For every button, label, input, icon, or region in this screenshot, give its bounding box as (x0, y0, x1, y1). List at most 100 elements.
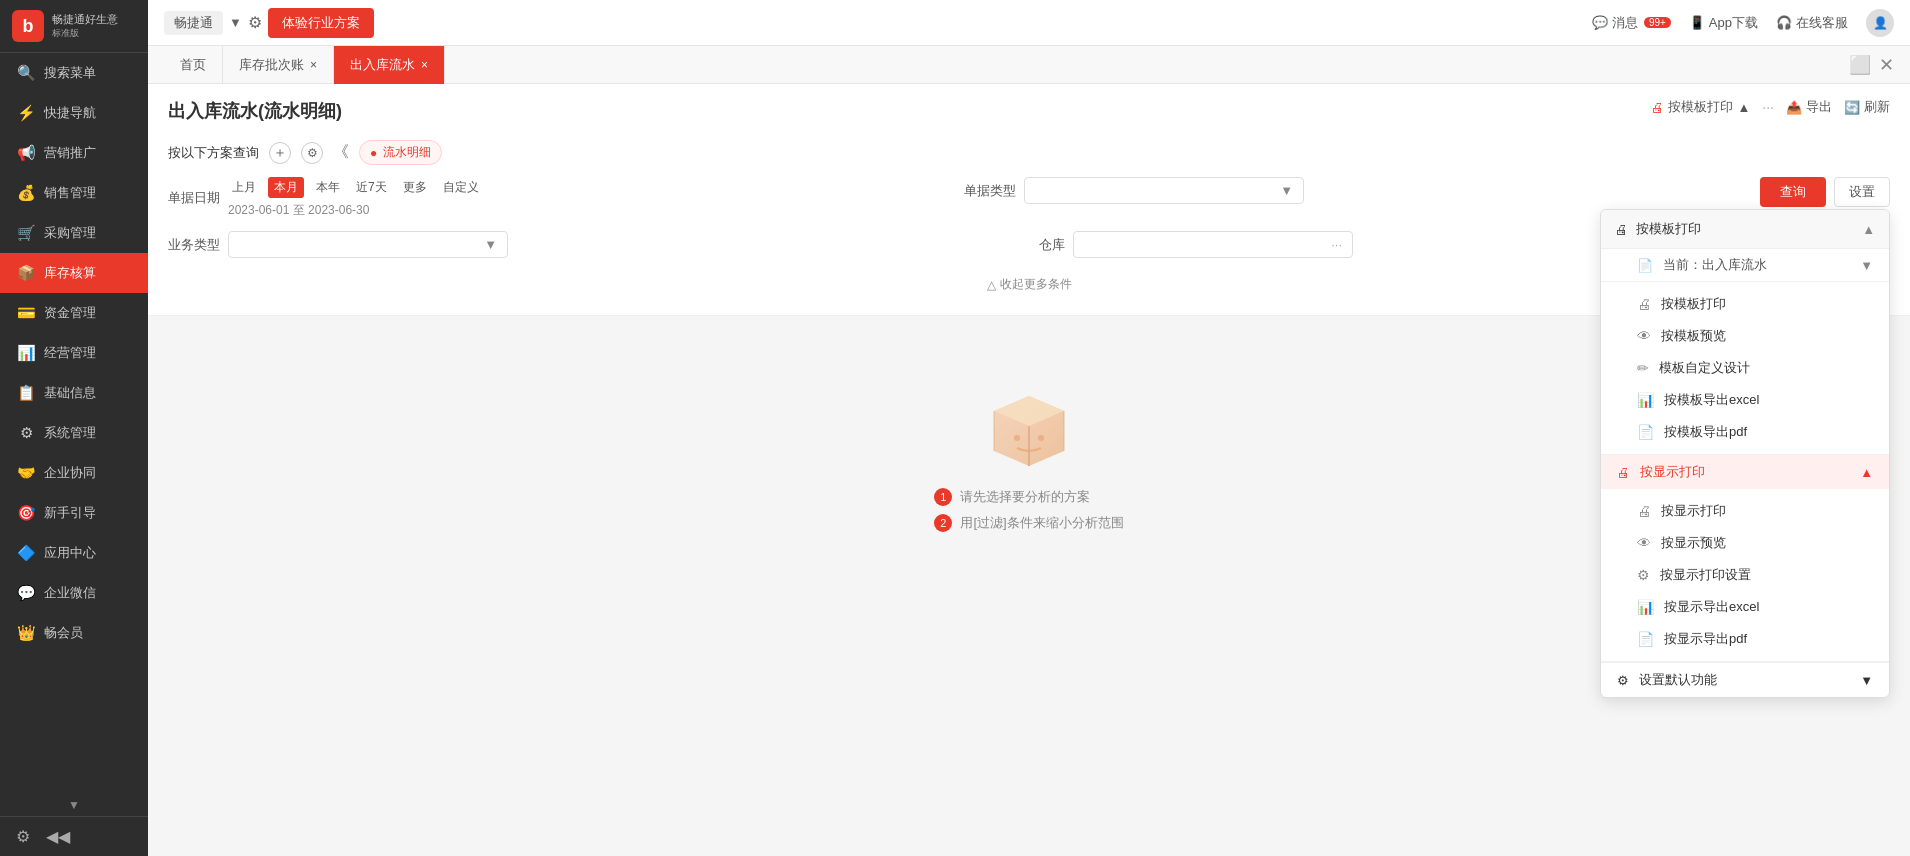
sidebar-item-guide[interactable]: 🎯 新手引导 (0, 493, 148, 533)
template-excel-icon: 📊 (1637, 392, 1654, 408)
print-template-action[interactable]: 🖨 按模板打印 ▲ (1651, 98, 1750, 116)
sidebar-item-operations[interactable]: 📊 经营管理 (0, 333, 148, 373)
sidebar-item-search[interactable]: 🔍 搜索菜单 (0, 53, 148, 93)
display-print-section-label: 按显示打印 (1640, 463, 1705, 481)
sidebar-item-collab[interactable]: 🤝 企业协同 (0, 453, 148, 493)
template-preview-item[interactable]: 👁 按模板预览 (1601, 320, 1889, 352)
sidebar-item-sales[interactable]: 💰 销售管理 (0, 173, 148, 213)
tab-home[interactable]: 首页 (164, 46, 223, 84)
tab-close-button[interactable]: ✕ (1879, 54, 1894, 76)
query-button[interactable]: 查询 (1760, 177, 1826, 207)
sidebar-scroll-down[interactable]: ▼ (0, 794, 148, 816)
message-label: 消息 (1612, 14, 1638, 32)
filter-add-button[interactable]: ＋ (269, 142, 291, 164)
sidebar-settings-icon[interactable]: ⚙ (16, 827, 30, 846)
date-option-more[interactable]: 更多 (399, 178, 431, 197)
filter-collapse-btn[interactable]: 《 (333, 142, 349, 163)
sidebar-menu-icon[interactable]: ◀◀ (46, 827, 70, 846)
date-option-this-month[interactable]: 本月 (268, 177, 304, 198)
message-badge: 99+ (1644, 17, 1671, 28)
template-pdf-item[interactable]: 📄 按模板导出pdf (1601, 416, 1889, 448)
date-option-7days[interactable]: 近7天 (352, 178, 391, 197)
tab-flow[interactable]: 出入库流水 × (334, 46, 445, 84)
sidebar-item-marketing[interactable]: 📢 营销推广 (0, 133, 148, 173)
member-icon: 👑 (16, 624, 36, 642)
display-excel-icon: 📊 (1637, 599, 1654, 615)
display-pdf-item[interactable]: 📄 按显示导出pdf (1601, 623, 1889, 655)
date-group: 上月 本月 本年 近7天 更多 自定义 2023-06-01 至 2023-06… (228, 177, 483, 219)
date-option-custom[interactable]: 自定义 (439, 178, 483, 197)
tab-inventory-batch[interactable]: 库存批次账 × (223, 46, 334, 84)
display-print-settings-item[interactable]: ⚙ 按显示打印设置 (1601, 559, 1889, 591)
user-dropdown-icon[interactable]: ▼ (229, 15, 242, 30)
warehouse-select[interactable]: ··· (1073, 231, 1353, 258)
sidebar-item-label: 销售管理 (44, 184, 96, 202)
guide-icon: 🎯 (16, 504, 36, 522)
sidebar-item-label: 营销推广 (44, 144, 96, 162)
display-preview-item[interactable]: 👁 按显示预览 (1601, 527, 1889, 559)
lightning-icon: ⚡ (16, 104, 36, 122)
date-option-this-year[interactable]: 本年 (312, 178, 344, 197)
topbar-app-download[interactable]: 📱 App下载 (1689, 14, 1758, 32)
template-design-icon: ✏ (1637, 360, 1649, 376)
sidebar-item-quicknav[interactable]: ⚡ 快捷导航 (0, 93, 148, 133)
empty-step-2: 2 用[过滤]条件来缩小分析范围 (934, 514, 1123, 532)
collapse-arrow-icon: △ (987, 278, 996, 292)
sidebar-item-finance[interactable]: 💳 资金管理 (0, 293, 148, 333)
sidebar-item-appstore[interactable]: 🔷 应用中心 (0, 533, 148, 573)
sidebar-item-purchase[interactable]: 🛒 采购管理 (0, 213, 148, 253)
current-template-label: 当前：出入库流水 (1663, 256, 1767, 274)
date-option-last-month[interactable]: 上月 (228, 178, 260, 197)
user-avatar[interactable]: 👤 (1866, 9, 1894, 37)
display-print-section-header[interactable]: 🖨 按显示打印 ▲ (1601, 455, 1889, 489)
topbar-settings-icon[interactable]: ⚙ (248, 13, 262, 32)
customer-service-icon: 🎧 (1776, 15, 1792, 30)
template-print-icon: 🖨 (1637, 296, 1651, 312)
export-label: 导出 (1806, 98, 1832, 116)
export-action[interactable]: 📤 导出 (1786, 98, 1832, 116)
sidebar-item-member[interactable]: 👑 畅会员 (0, 613, 148, 653)
template-pdf-icon: 📄 (1637, 424, 1654, 440)
template-excel-item[interactable]: 📊 按模板导出excel (1601, 384, 1889, 416)
collab-icon: 🤝 (16, 464, 36, 482)
sidebar-item-label: 企业微信 (44, 584, 96, 602)
refresh-action[interactable]: 🔄 刷新 (1844, 98, 1890, 116)
page-header-actions: 🖨 按模板打印 ▲ ··· 📤 导出 🔄 刷新 (1651, 98, 1890, 124)
app-download-icon: 📱 (1689, 15, 1705, 30)
template-design-item[interactable]: ✏ 模板自定义设计 (1601, 352, 1889, 384)
filter-tag-label: 流水明细 (383, 144, 431, 161)
tabs-right-actions: ⬜ ✕ (1849, 54, 1894, 76)
tab-restore-button[interactable]: ⬜ (1849, 54, 1871, 76)
topbar-customer-service[interactable]: 🎧 在线客服 (1776, 14, 1848, 32)
sidebar-item-system[interactable]: ⚙ 系统管理 (0, 413, 148, 453)
biztype-label: 业务类型 (168, 236, 220, 254)
template-print-label: 按模板打印 (1661, 295, 1726, 313)
trial-button[interactable]: 体验行业方案 (268, 8, 374, 38)
sidebar-item-wechat[interactable]: 💬 企业微信 (0, 573, 148, 613)
customer-service-label: 在线客服 (1796, 14, 1848, 32)
tab-inventory-batch-close[interactable]: × (310, 58, 317, 72)
filter-settings-button[interactable]: ⚙ (301, 142, 323, 164)
tab-flow-close[interactable]: × (421, 58, 428, 72)
sidebar-item-label: 资金管理 (44, 304, 96, 322)
warehouse-label: 仓库 (1039, 236, 1065, 254)
print-panel-header: 🖨 按模板打印 ▲ (1601, 210, 1889, 249)
biztype-select[interactable]: ▼ (228, 231, 508, 258)
display-print-item[interactable]: 🖨 按显示打印 (1601, 495, 1889, 527)
app-logo-icon: b (12, 10, 44, 42)
display-excel-item[interactable]: 📊 按显示导出excel (1601, 591, 1889, 623)
sidebar-item-inventory[interactable]: 📦 库存核算 (0, 253, 148, 293)
wechat-icon: 💬 (16, 584, 36, 602)
print-panel-collapse-icon[interactable]: ▲ (1862, 222, 1875, 237)
topbar-message[interactable]: 💬 消息 99+ (1592, 14, 1671, 32)
tabs-bar: 首页 库存批次账 × 出入库流水 × ⬜ ✕ (148, 46, 1910, 84)
set-default-item[interactable]: ⚙ 设置默认功能 ▼ (1601, 663, 1889, 697)
tab-home-label: 首页 (180, 56, 206, 74)
display-pdf-label: 按显示导出pdf (1664, 630, 1747, 648)
sidebar-item-label: 采购管理 (44, 224, 96, 242)
settings-button[interactable]: 设置 (1834, 177, 1890, 207)
sidebar-item-basic-info[interactable]: 📋 基础信息 (0, 373, 148, 413)
sidebar-item-label: 搜索菜单 (44, 64, 96, 82)
template-print-item[interactable]: 🖨 按模板打印 (1601, 288, 1889, 320)
doctype-select[interactable]: ▼ (1024, 177, 1304, 204)
